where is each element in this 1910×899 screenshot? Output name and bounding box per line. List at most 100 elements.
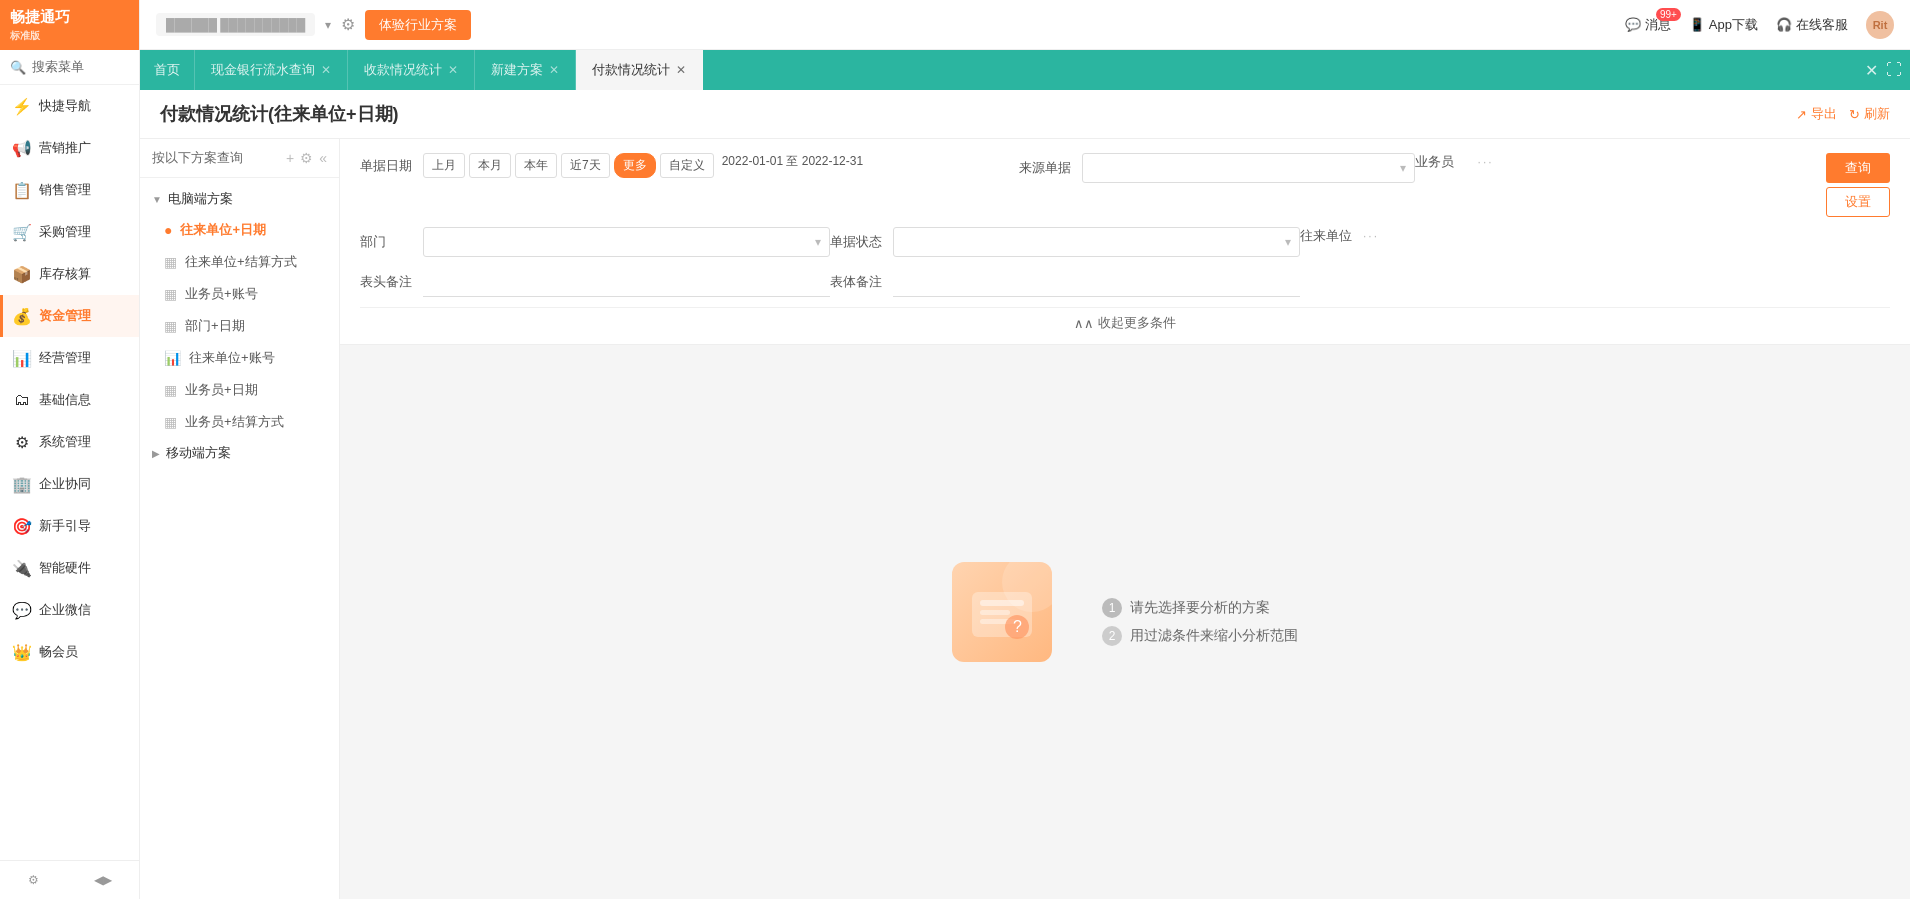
scheme-collapse-icon[interactable]: « <box>319 150 327 166</box>
service-label: 在线客服 <box>1796 16 1848 34</box>
sidebar-item-basic-info[interactable]: 🗂 基础信息 <box>0 379 139 421</box>
purchase-icon: 🛒 <box>13 223 31 241</box>
scheme-add-icon[interactable]: + <box>286 150 294 166</box>
tab-home-label: 首页 <box>154 61 180 79</box>
empty-svg: ? <box>962 572 1042 652</box>
service-btn[interactable]: 🎧 在线客服 <box>1776 16 1848 34</box>
date-btn-this-month[interactable]: 本月 <box>469 153 511 178</box>
sidebar-item-enterprise[interactable]: 🏢 企业协同 <box>0 463 139 505</box>
refresh-btn[interactable]: ↻ 刷新 <box>1849 105 1890 123</box>
member-icon: 👑 <box>13 643 31 661</box>
address-bar[interactable]: ██████ ██████████ <box>156 13 315 36</box>
sidebar-item-label: 经营管理 <box>39 349 91 367</box>
date-btn-this-year[interactable]: 本年 <box>515 153 557 178</box>
dept-label: 部门 <box>360 233 415 251</box>
doc-status-select-arrow-icon: ▾ <box>1285 235 1291 249</box>
sidebar-item-guide[interactable]: 🎯 新手引导 <box>0 505 139 547</box>
collapse-bottom-btn[interactable]: ◀▶ <box>86 869 120 891</box>
search-menu[interactable]: 🔍 搜索菜单 <box>0 50 139 85</box>
doc-status-select[interactable]: ▾ <box>893 227 1300 257</box>
tab-maximize-icon[interactable]: ⛶ <box>1886 61 1902 79</box>
message-icon: 💬 <box>1625 17 1641 32</box>
filter-row-3: 表头备注 表体备注 <box>360 267 1890 297</box>
date-btn-last-month[interactable]: 上月 <box>423 153 465 178</box>
search-icon: 🔍 <box>10 60 26 75</box>
tab-new-scheme-close-icon[interactable]: ✕ <box>549 63 559 77</box>
tab-home[interactable]: 首页 <box>140 50 195 90</box>
scheme-item-unit-settle[interactable]: ▦ 往来单位+结算方式 <box>140 246 339 278</box>
desktop-group-arrow: ▼ <box>152 194 162 205</box>
tab-bar-controls: ✕ ⛶ <box>1865 50 1910 90</box>
scheme-item-unit-date[interactable]: ● 往来单位+日期 <box>140 214 339 246</box>
date-label: 单据日期 <box>360 157 415 175</box>
tab-close-all-icon[interactable]: ✕ <box>1865 61 1878 80</box>
app-label: App下载 <box>1709 16 1758 34</box>
scheme-settings-icon[interactable]: ⚙ <box>300 150 313 166</box>
scheme-item-unit-account[interactable]: 📊 往来单位+账号 <box>140 342 339 374</box>
sidebar-item-purchase[interactable]: 🛒 采购管理 <box>0 211 139 253</box>
unit-account-icon: 📊 <box>164 350 181 366</box>
sidebar-item-marketing[interactable]: 📢 营销推广 <box>0 127 139 169</box>
note-body-label: 表体备注 <box>830 273 885 291</box>
settings-bottom-btn[interactable]: ⚙ <box>20 869 47 891</box>
scheme-group-desktop[interactable]: ▼ 电脑端方案 <box>140 184 339 214</box>
scheme-item-staff-date[interactable]: ▦ 业务员+日期 <box>140 374 339 406</box>
unit-date-icon: ● <box>164 222 172 238</box>
sidebar-item-member[interactable]: 👑 畅会员 <box>0 631 139 673</box>
scheme-group-mobile[interactable]: ▶ 移动端方案 <box>140 438 339 468</box>
header-gear-icon[interactable]: ⚙ <box>341 15 355 34</box>
tab-bank-flow-close-icon[interactable]: ✕ <box>321 63 331 77</box>
query-btn[interactable]: 查询 <box>1826 153 1890 183</box>
note-body-input[interactable] <box>893 267 1300 297</box>
scheme-item-staff-settle[interactable]: ▦ 业务员+结算方式 <box>140 406 339 438</box>
message-btn[interactable]: 💬 消息 99+ <box>1625 16 1671 34</box>
scheme-item-label: 业务员+账号 <box>185 285 258 303</box>
mobile-group-arrow: ▶ <box>152 448 160 459</box>
logo-text: 畅捷通巧 <box>10 8 70 27</box>
scheme-item-staff-account[interactable]: ▦ 业务员+账号 <box>140 278 339 310</box>
user-avatar[interactable]: Rit <box>1866 11 1894 39</box>
tab-payment-stat[interactable]: 付款情况统计 ✕ <box>576 50 703 90</box>
address-chevron-icon[interactable]: ▾ <box>325 18 331 32</box>
sidebar-item-operation[interactable]: 📊 经营管理 <box>0 337 139 379</box>
sidebar-item-wechat[interactable]: 💬 企业微信 <box>0 589 139 631</box>
scheme-item-dept-date[interactable]: ▦ 部门+日期 <box>140 310 339 342</box>
note-header-input[interactable] <box>423 267 830 297</box>
sidebar-item-smart-hw[interactable]: 🔌 智能硬件 <box>0 547 139 589</box>
sidebar-item-finance[interactable]: 💰 资金管理 <box>0 295 139 337</box>
date-btn-last-7-days[interactable]: 近7天 <box>561 153 610 178</box>
tab-payment-stat-close-icon[interactable]: ✕ <box>676 63 686 77</box>
sidebar-item-label: 营销推广 <box>39 139 91 157</box>
sidebar-item-label: 资金管理 <box>39 307 91 325</box>
search-menu-label: 搜索菜单 <box>32 58 84 76</box>
dept-select-arrow-icon: ▾ <box>815 235 821 249</box>
tab-receipt-stat-close-icon[interactable]: ✕ <box>448 63 458 77</box>
settings-btn[interactable]: 设置 <box>1826 187 1890 217</box>
page-title: 付款情况统计(往来单位+日期) <box>160 102 399 126</box>
wechat-icon: 💬 <box>13 601 31 619</box>
export-btn[interactable]: ↗ 导出 <box>1796 105 1837 123</box>
service-icon: 🎧 <box>1776 17 1792 32</box>
sidebar-item-sales[interactable]: 📋 销售管理 <box>0 169 139 211</box>
tip-num-2: 2 <box>1102 626 1122 646</box>
app-download-btn[interactable]: 📱 App下载 <box>1689 16 1758 34</box>
filter-field-date: 单据日期 上月 本月 本年 近7天 更多 自定义 2022-01-01 至 20… <box>360 153 1019 178</box>
sidebar-item-quick-nav[interactable]: ⚡ 快捷导航 <box>0 85 139 127</box>
enterprise-icon: 🏢 <box>13 475 31 493</box>
trial-btn[interactable]: 体验行业方案 <box>365 10 471 40</box>
date-btn-custom[interactable]: 自定义 <box>660 153 714 178</box>
staff-account-icon: ▦ <box>164 286 177 302</box>
sidebar-item-inventory[interactable]: 📦 库存核算 <box>0 253 139 295</box>
collapse-more-btn[interactable]: ∧∧ 收起更多条件 <box>360 307 1890 338</box>
dept-select[interactable]: ▾ <box>423 227 830 257</box>
sidebar-item-system[interactable]: ⚙ 系统管理 <box>0 421 139 463</box>
tab-receipt-stat[interactable]: 收款情况统计 ✕ <box>348 50 475 90</box>
filter-field-dept: 部门 ▾ <box>360 227 830 257</box>
unit-settle-icon: ▦ <box>164 254 177 270</box>
tab-bank-flow[interactable]: 现金银行流水查询 ✕ <box>195 50 348 90</box>
date-btn-more[interactable]: 更多 <box>614 153 656 178</box>
source-select[interactable]: ▾ <box>1082 153 1414 183</box>
guide-icon: 🎯 <box>13 517 31 535</box>
mobile-group-label: 移动端方案 <box>166 444 231 462</box>
tab-new-scheme[interactable]: 新建方案 ✕ <box>475 50 576 90</box>
